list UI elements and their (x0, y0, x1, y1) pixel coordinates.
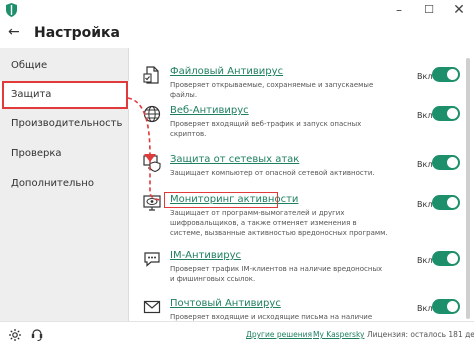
license-status[interactable]: Лицензия: осталось 181 день (367, 330, 474, 339)
feature-link[interactable]: IM-Антивирус (170, 250, 241, 261)
content-scrollbar[interactable] (466, 58, 470, 319)
page-header: ← Настройка (0, 22, 474, 48)
close-button[interactable]: ✕ (449, 2, 469, 18)
feature-description: Проверяет входящий веб-трафик и запуск о… (170, 120, 362, 138)
sidebar-item-advanced[interactable]: Дополнительно (0, 170, 129, 198)
envelope-icon (143, 300, 161, 314)
feature-description: Проверяет открываемые, сохраняемые и зап… (170, 81, 374, 99)
feature-toggle[interactable] (432, 67, 460, 82)
sidebar-item-performance[interactable]: Производительность (0, 110, 129, 138)
footer-bar: Другие решения My Kaspersky Лицензия: ос… (0, 321, 474, 347)
maximize-button[interactable]: ☐ (419, 2, 439, 18)
feature-link[interactable]: Веб-Антивирус (170, 105, 249, 116)
feature-description: Защищает от программ-вымогателей и други… (170, 209, 388, 237)
feature-description: Защищает компьютер от опасной сетевой ак… (170, 169, 375, 177)
activity-monitor-highlight-frame (164, 192, 278, 208)
feature-toggle[interactable] (432, 195, 460, 210)
protection-highlight-frame (2, 81, 128, 109)
monitor-eye-icon (143, 195, 161, 211)
protection-components-list: Файловый Антивирус Проверяет открываемые… (130, 48, 474, 321)
toggle-knob (447, 69, 458, 80)
feature-description: Проверяет входящие и исходящие письма на… (170, 313, 373, 321)
file-antivirus-icon (143, 66, 159, 84)
toggle-knob (447, 108, 458, 119)
other-solutions-link[interactable]: Другие решения (246, 330, 312, 339)
feature-toggle[interactable] (432, 155, 460, 170)
toggle-knob (447, 301, 458, 312)
my-kaspersky-link[interactable]: My Kaspersky (313, 330, 364, 339)
back-button[interactable]: ← (8, 24, 20, 40)
globe-icon (143, 105, 161, 123)
minimize-button[interactable]: – (389, 2, 409, 18)
feature-toggle[interactable] (432, 299, 460, 314)
feature-description: Проверяет трафик IM-клиентов на наличие … (170, 265, 383, 283)
feature-status: Вкл (417, 72, 433, 81)
page-title: Настройка (34, 25, 120, 41)
toggle-knob (447, 157, 458, 168)
toggle-knob (447, 197, 458, 208)
feature-status: Вкл (417, 111, 433, 120)
support-icon[interactable] (30, 328, 44, 342)
kaspersky-logo-icon (6, 3, 17, 17)
feature-status: Вкл (417, 256, 433, 265)
feature-link[interactable]: Почтовый Антивирус (170, 298, 281, 309)
feature-link[interactable]: Файловый Антивирус (170, 66, 283, 77)
feature-status: Вкл (417, 200, 433, 209)
feature-toggle[interactable] (432, 106, 460, 121)
toggle-knob (447, 253, 458, 264)
network-shield-icon (143, 155, 161, 172)
im-chat-icon (144, 252, 160, 267)
feature-link[interactable]: Защита от сетевых атак (170, 154, 299, 165)
title-bar: – ☐ ✕ (0, 0, 474, 22)
feature-status: Вкл (417, 304, 433, 313)
feature-toggle[interactable] (432, 251, 460, 266)
feature-status: Вкл (417, 160, 433, 169)
gear-icon[interactable] (8, 328, 22, 342)
sidebar-item-scan[interactable]: Проверка (0, 140, 129, 168)
sidebar-item-general[interactable]: Общие (0, 52, 129, 80)
